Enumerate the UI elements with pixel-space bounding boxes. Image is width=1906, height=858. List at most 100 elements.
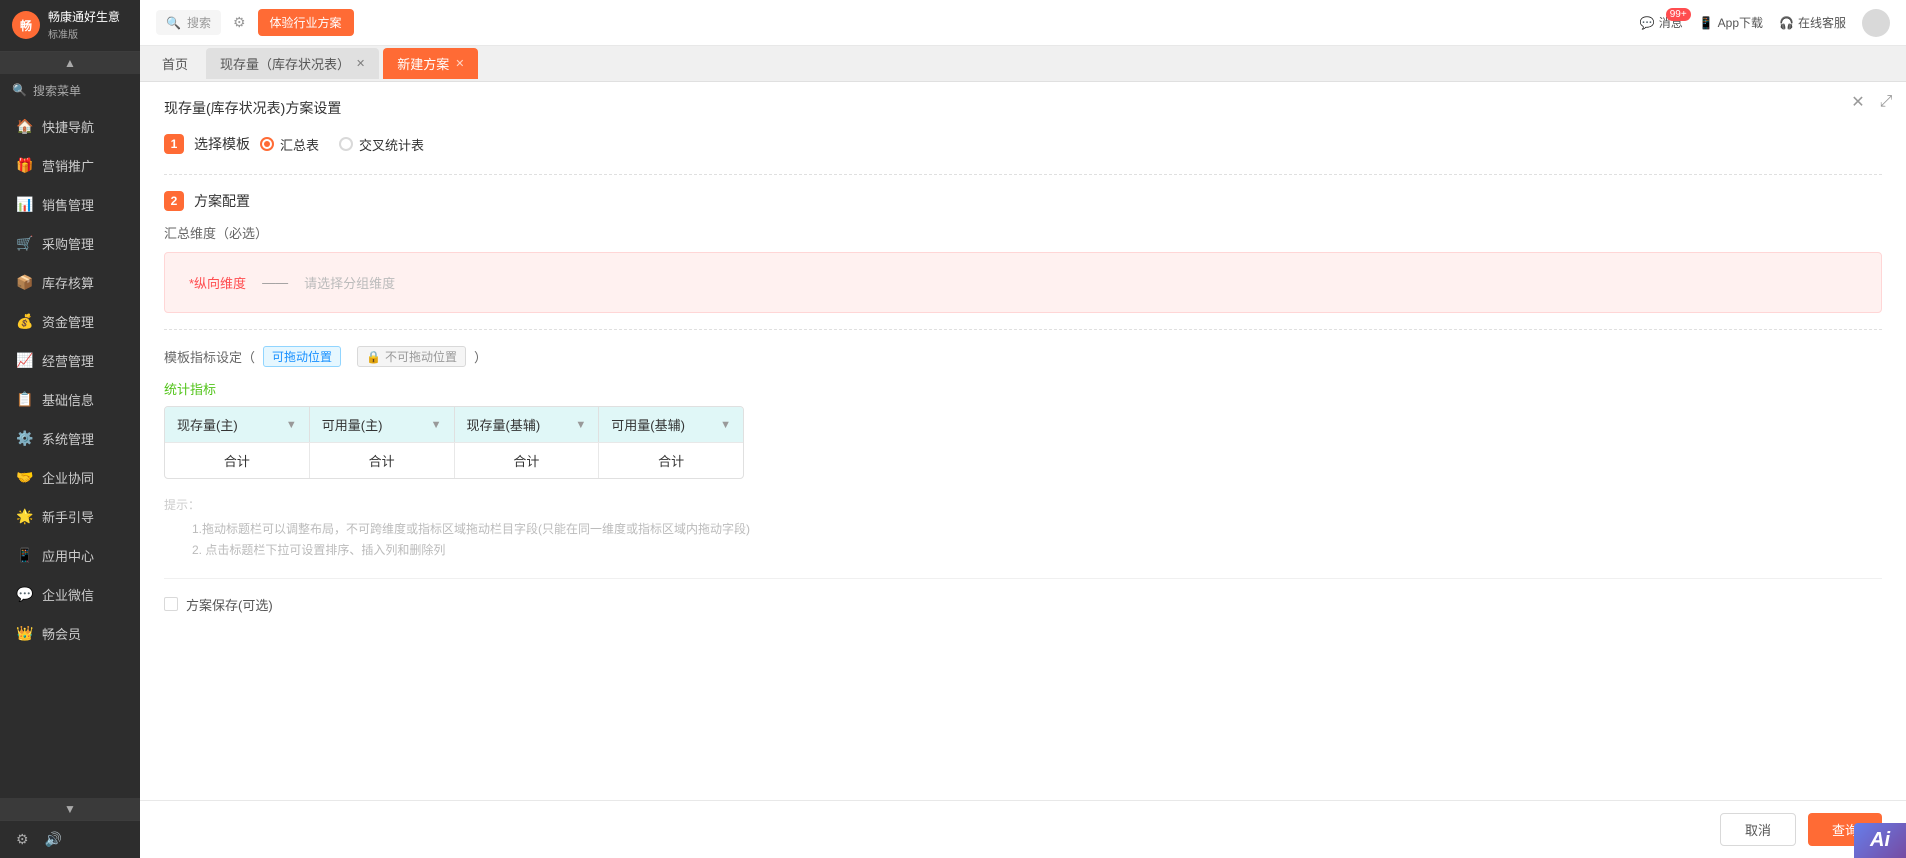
tab-inventory-status-close[interactable]: ✕ bbox=[356, 57, 365, 70]
sidebar-search[interactable]: 🔍 搜索菜单 bbox=[0, 74, 140, 107]
dimension-separator: —— bbox=[262, 275, 288, 290]
draggable-badge: 可拖动位置 bbox=[263, 346, 341, 367]
step1-number: 1 bbox=[164, 134, 184, 154]
save-option[interactable]: 方案保存(可选) bbox=[164, 578, 1882, 614]
main-area: 🔍 搜索 ⚙ 体验行业方案 💬 消息 99+ 📱 App下载 🎧 在线客服 bbox=[140, 0, 1906, 858]
new-guide-icon: 🌟 bbox=[16, 508, 34, 525]
step1-label: 选择模板 bbox=[194, 134, 250, 154]
sidebar-item-quick-nav[interactable]: 🏠 快捷导航 bbox=[0, 107, 140, 146]
app-download-item[interactable]: 📱 App下载 bbox=[1699, 14, 1763, 31]
panel-title: 现存量(库存状况表)方案设置 bbox=[164, 98, 1882, 118]
inventory-icon: 📦 bbox=[16, 274, 34, 291]
bottom-actions: 取消 查询 bbox=[140, 800, 1906, 858]
sidebar-item-operations[interactable]: 📈 经营管理 bbox=[0, 341, 140, 380]
radio-cross[interactable]: 交叉统计表 bbox=[339, 135, 424, 154]
search-icon: 🔍 bbox=[12, 83, 27, 97]
sidebar-item-members[interactable]: 👑 畅会员 bbox=[0, 614, 140, 653]
volume-icon[interactable]: 🔊 bbox=[45, 831, 62, 848]
sidebar-item-system[interactable]: ⚙️ 系统管理 bbox=[0, 419, 140, 458]
indicator-table-row-0: 合计 合计 合计 合计 bbox=[165, 442, 743, 478]
app-logo-icon: 畅 bbox=[12, 11, 40, 39]
sidebar-item-marketing[interactable]: 🎁 营销推广 bbox=[0, 146, 140, 185]
enterprise-icon: 🤝 bbox=[16, 469, 34, 486]
sidebar-item-sales[interactable]: 📊 销售管理 bbox=[0, 185, 140, 224]
quick-nav-icon: 🏠 bbox=[16, 118, 34, 135]
col4-chevron-icon[interactable]: ▼ bbox=[720, 419, 731, 431]
tab-new-scheme[interactable]: 新建方案 ✕ bbox=[383, 48, 478, 79]
dimension-row: *纵向维度 —— 请选择分组维度 bbox=[164, 252, 1882, 313]
cell-0-3: 合计 bbox=[599, 443, 743, 478]
tabbar: 首页 现存量（库存状况表） ✕ 新建方案 ✕ bbox=[140, 46, 1906, 82]
app-edition: 标准版 bbox=[48, 26, 120, 41]
sidebar-item-finance[interactable]: 💰 资金管理 bbox=[0, 302, 140, 341]
online-service-item[interactable]: 🎧 在线客服 bbox=[1779, 14, 1846, 31]
non-draggable-badge: 🔒 不可拖动位置 bbox=[357, 346, 466, 367]
messages-item[interactable]: 💬 消息 99+ bbox=[1640, 14, 1683, 31]
indicator-settings-label: 模板指标设定（ 可拖动位置 🔒 不可拖动位置 ） bbox=[164, 346, 1882, 367]
indicator-col-2[interactable]: 可用量(主) ▼ bbox=[310, 407, 455, 442]
sidebar-item-purchase[interactable]: 🛒 采购管理 bbox=[0, 224, 140, 263]
col2-chevron-icon[interactable]: ▼ bbox=[431, 419, 442, 431]
step2-header: 2 方案配置 bbox=[164, 191, 1882, 211]
sidebar-item-new-guide[interactable]: 🌟 新手引导 bbox=[0, 497, 140, 536]
user-avatar[interactable] bbox=[1862, 9, 1890, 37]
online-service-icon: 🎧 bbox=[1779, 16, 1794, 30]
save-checkbox[interactable] bbox=[164, 597, 178, 611]
dimension-field-label: *纵向维度 bbox=[189, 273, 246, 292]
indicator-col-1[interactable]: 现存量(主) ▼ bbox=[165, 407, 310, 442]
cell-0-2: 合计 bbox=[455, 443, 600, 478]
radio-summary-circle bbox=[260, 137, 274, 151]
indicator-col-4[interactable]: 可用量(基辅) ▼ bbox=[599, 407, 743, 442]
system-icon: ⚙️ bbox=[16, 430, 34, 447]
bottom-spacer bbox=[164, 634, 1882, 694]
indicator-col-3[interactable]: 现存量(基辅) ▼ bbox=[455, 407, 600, 442]
stats-section-label: 统计指标 bbox=[164, 379, 1882, 398]
app-center-icon: 📱 bbox=[16, 547, 34, 564]
sidebar-logo: 畅 畅康通好生意 标准版 bbox=[0, 0, 140, 52]
basic-info-icon: 📋 bbox=[16, 391, 34, 408]
step1-header: 1 选择模板 汇总表 交叉统计表 bbox=[164, 134, 1882, 154]
tab-home[interactable]: 首页 bbox=[148, 48, 202, 79]
indicator-settings: 模板指标设定（ 可拖动位置 🔒 不可拖动位置 ） bbox=[164, 346, 1882, 367]
indicator-table-header: 现存量(主) ▼ 可用量(主) ▼ 现存量(基辅) ▼ 可用量(基辅) bbox=[165, 407, 743, 442]
sidebar-bottom: ⚙ 🔊 bbox=[0, 820, 140, 858]
summary-dimension-label: 汇总维度（必选） bbox=[164, 223, 1882, 242]
sales-icon: 📊 bbox=[16, 196, 34, 213]
messages-badge: 99+ bbox=[1666, 8, 1691, 21]
panel-close-button[interactable]: ✕ bbox=[1846, 90, 1870, 114]
sidebar-item-enterprise[interactable]: 🤝 企业协同 bbox=[0, 458, 140, 497]
sidebar: 畅 畅康通好生意 标准版 ▲ 🔍 搜索菜单 🏠 快捷导航 🎁 营销推广 📊 销售… bbox=[0, 0, 140, 858]
topbar-right: 💬 消息 99+ 📱 App下载 🎧 在线客服 bbox=[1640, 9, 1890, 37]
cancel-button[interactable]: 取消 bbox=[1720, 813, 1796, 846]
tab-new-scheme-close[interactable]: ✕ bbox=[455, 57, 464, 70]
sidebar-scroll-down[interactable]: ▼ bbox=[0, 798, 140, 820]
operations-icon: 📈 bbox=[16, 352, 34, 369]
radio-cross-circle bbox=[339, 137, 353, 151]
sidebar-item-enterprise-wechat[interactable]: 💬 企业微信 bbox=[0, 575, 140, 614]
step2-section: 2 方案配置 汇总维度（必选） *纵向维度 —— 请选择分组维度 模板指标设定（ bbox=[164, 191, 1882, 614]
content-inner: ✕ ⤢ 现存量(库存状况表)方案设置 1 选择模板 汇总表 bbox=[140, 82, 1906, 858]
sidebar-item-app-center[interactable]: 📱 应用中心 bbox=[0, 536, 140, 575]
sidebar-scroll-up[interactable]: ▲ bbox=[0, 52, 140, 74]
lock-icon: 🔒 bbox=[366, 350, 381, 364]
panel-expand-button[interactable]: ⤢ bbox=[1874, 90, 1898, 114]
tip-1: 1.拖动标题栏可以调整布局，不可跨维度或指标区域拖动栏目字段(只能在同一维度或指… bbox=[164, 519, 1882, 541]
sidebar-item-basic-info[interactable]: 📋 基础信息 bbox=[0, 380, 140, 419]
topbar-search-icon: 🔍 bbox=[166, 16, 181, 30]
industry-plan-button[interactable]: 体验行业方案 bbox=[258, 9, 354, 36]
topbar-left: 🔍 搜索 ⚙ 体验行业方案 bbox=[156, 9, 354, 36]
topbar-search[interactable]: 🔍 搜索 bbox=[156, 10, 221, 35]
dimension-placeholder[interactable]: 请选择分组维度 bbox=[304, 273, 395, 292]
col3-chevron-icon[interactable]: ▼ bbox=[575, 419, 586, 431]
col1-chevron-icon[interactable]: ▼ bbox=[286, 419, 297, 431]
settings-icon[interactable]: ⚙ bbox=[16, 831, 29, 848]
panel-controls: ✕ ⤢ bbox=[1838, 82, 1906, 122]
step2-number: 2 bbox=[164, 191, 184, 211]
step-divider-1 bbox=[164, 174, 1882, 175]
sidebar-item-inventory[interactable]: 📦 库存核算 bbox=[0, 263, 140, 302]
cell-0-0: 合计 bbox=[165, 443, 310, 478]
topbar-gear-icon[interactable]: ⚙ bbox=[233, 14, 246, 31]
tab-inventory-status[interactable]: 现存量（库存状况表） ✕ bbox=[206, 48, 379, 79]
message-icon: 💬 bbox=[1640, 16, 1655, 30]
radio-summary[interactable]: 汇总表 bbox=[260, 135, 319, 154]
